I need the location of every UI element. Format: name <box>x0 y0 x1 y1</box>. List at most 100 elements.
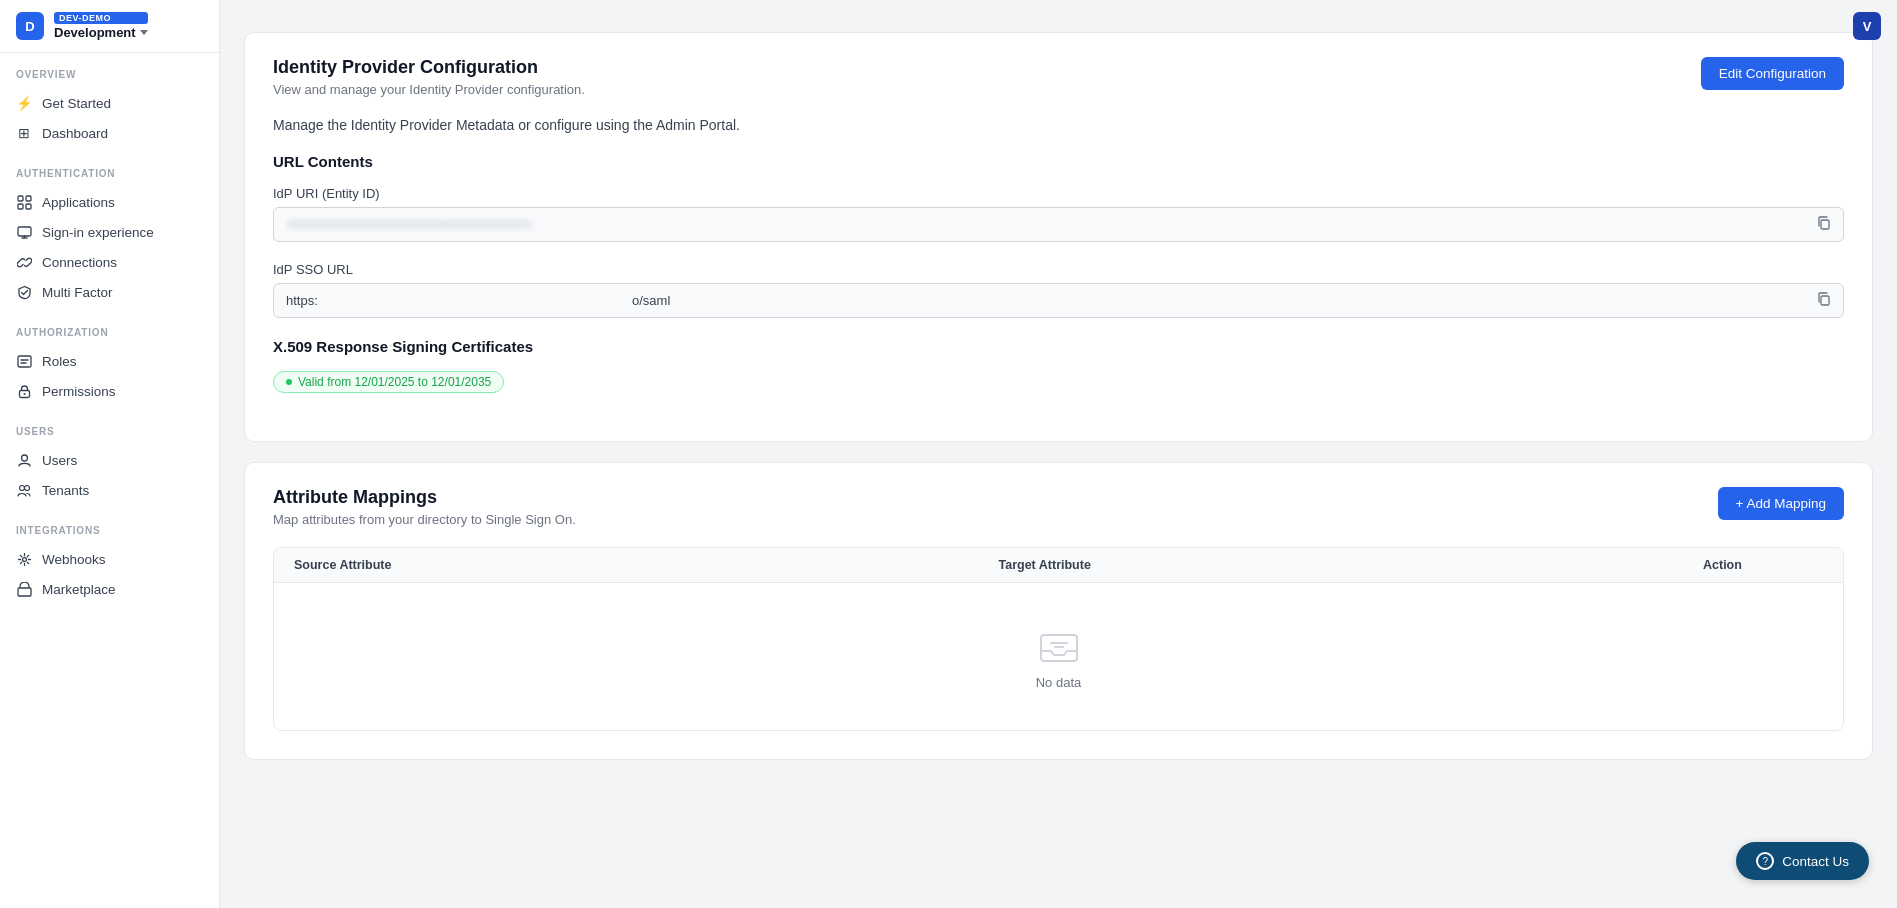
attr-mappings-card: Attribute Mappings Map attributes from y… <box>244 462 1873 760</box>
attr-table: Source Attribute Target Attribute Action… <box>273 547 1844 731</box>
sidebar-label-tenants: Tenants <box>42 483 89 498</box>
svg-rect-13 <box>1821 220 1829 229</box>
org-avatar: D <box>16 12 44 40</box>
sidebar-label-applications: Applications <box>42 195 115 210</box>
sidebar-label-users: Users <box>42 453 77 468</box>
webhook-icon <box>16 551 32 567</box>
idp-uri-copy-button[interactable] <box>1814 213 1834 236</box>
org-badge: DEV-DEMO <box>54 12 148 24</box>
idp-uri-input-wrap <box>273 207 1844 242</box>
svg-point-8 <box>21 455 27 461</box>
idp-uri-input <box>273 207 1844 242</box>
sidebar-label-sign-in-experience: Sign-in experience <box>42 225 154 240</box>
col-target-attribute: Target Attribute <box>999 558 1704 572</box>
sidebar-item-sign-in-experience[interactable]: Sign-in experience <box>0 217 219 247</box>
sidebar-label-roles: Roles <box>42 354 77 369</box>
attr-card-header: Attribute Mappings Map attributes from y… <box>245 463 1872 547</box>
attr-card-title-group: Attribute Mappings Map attributes from y… <box>273 487 576 527</box>
svg-rect-5 <box>18 356 31 367</box>
bolt-icon: ⚡ <box>16 95 32 111</box>
contact-us-button[interactable]: ? Contact Us <box>1736 842 1869 880</box>
sidebar-item-roles[interactable]: Roles <box>0 346 219 376</box>
sidebar-item-applications[interactable]: Applications <box>0 187 219 217</box>
sidebar-item-permissions[interactable]: Permissions <box>0 376 219 406</box>
lock-icon <box>16 383 32 399</box>
top-strip <box>244 24 1873 32</box>
attr-card-body: Source Attribute Target Attribute Action… <box>245 547 1872 759</box>
idp-card-title-group: Identity Provider Configuration View and… <box>273 57 585 97</box>
attr-card-title: Attribute Mappings <box>273 487 576 508</box>
idp-sso-input <box>273 283 1844 318</box>
sidebar-item-dashboard[interactable]: ⊞ Dashboard <box>0 118 219 148</box>
shield-icon <box>16 284 32 300</box>
idp-config-card: Identity Provider Configuration View and… <box>244 32 1873 442</box>
sidebar-nav: OVERVIEW ⚡ Get Started ⊞ Dashboard AUTHE… <box>0 53 219 608</box>
nav-section-integrations: INTEGRATIONS Webhooks Marketplace <box>0 509 219 608</box>
url-contents-title: URL Contents <box>273 153 1844 170</box>
idp-card-subtitle: View and manage your Identity Provider c… <box>273 82 585 97</box>
org-name[interactable]: Development <box>54 25 148 40</box>
svg-point-11 <box>22 557 26 561</box>
idp-sso-label: IdP SSO URL <box>273 262 1844 277</box>
section-label-integrations: INTEGRATIONS <box>0 525 219 544</box>
nav-section-authorization: AUTHORIZATION Roles Permissions <box>0 311 219 410</box>
sidebar-item-multi-factor[interactable]: Multi Factor <box>0 277 219 307</box>
idp-uri-field: IdP URI (Entity ID) <box>273 186 1844 242</box>
nav-section-overview: OVERVIEW ⚡ Get Started ⊞ Dashboard <box>0 53 219 152</box>
section-label-overview: OVERVIEW <box>0 69 219 88</box>
section-label-authentication: AUTHENTICATION <box>0 168 219 187</box>
sidebar-item-tenants[interactable]: Tenants <box>0 475 219 505</box>
link-icon <box>16 254 32 270</box>
svg-point-9 <box>19 485 24 490</box>
sidebar-label-marketplace: Marketplace <box>42 582 116 597</box>
sidebar-label-get-started: Get Started <box>42 96 111 111</box>
cert-validity-badge: Valid from 12/01/2025 to 12/01/2035 <box>273 371 504 393</box>
sidebar-item-get-started[interactable]: ⚡ Get Started <box>0 88 219 118</box>
svg-point-7 <box>23 393 25 395</box>
org-info: DEV-DEMO Development <box>54 12 148 40</box>
edit-configuration-button[interactable]: Edit Configuration <box>1701 57 1844 90</box>
cert-dot <box>286 379 292 385</box>
main-content: Identity Provider Configuration View and… <box>220 0 1897 908</box>
svg-rect-12 <box>18 588 31 596</box>
cert-section: X.509 Response Signing Certificates Vali… <box>273 338 1844 393</box>
col-source-attribute: Source Attribute <box>294 558 999 572</box>
no-data-label: No data <box>1036 675 1082 690</box>
idp-uri-label: IdP URI (Entity ID) <box>273 186 1844 201</box>
roles-icon <box>16 353 32 369</box>
marketplace-icon <box>16 581 32 597</box>
grid-icon: ⊞ <box>16 125 32 141</box>
sidebar-item-connections[interactable]: Connections <box>0 247 219 277</box>
user-avatar: V <box>1853 12 1881 40</box>
apps-icon <box>16 194 32 210</box>
idp-card-body: Manage the Identity Provider Metadata or… <box>245 117 1872 441</box>
idp-sso-copy-button[interactable] <box>1814 289 1834 312</box>
attr-card-subtitle: Map attributes from your directory to Si… <box>273 512 576 527</box>
sidebar-label-dashboard: Dashboard <box>42 126 108 141</box>
sidebar-label-connections: Connections <box>42 255 117 270</box>
idp-card-header: Identity Provider Configuration View and… <box>245 33 1872 117</box>
svg-rect-2 <box>18 204 23 209</box>
svg-rect-14 <box>1821 296 1829 305</box>
svg-rect-0 <box>18 196 23 201</box>
sidebar-item-marketplace[interactable]: Marketplace <box>0 574 219 604</box>
idp-sso-input-wrap <box>273 283 1844 318</box>
nav-section-users: USERS Users Tenants <box>0 410 219 509</box>
sidebar-label-permissions: Permissions <box>42 384 116 399</box>
table-empty-state: No data <box>274 583 1843 730</box>
sidebar-item-webhooks[interactable]: Webhooks <box>0 544 219 574</box>
sidebar-label-webhooks: Webhooks <box>42 552 106 567</box>
tenants-icon <box>16 482 32 498</box>
col-action: Action <box>1703 558 1823 572</box>
sidebar-item-users[interactable]: Users <box>0 445 219 475</box>
sidebar: D DEV-DEMO Development OVERVIEW ⚡ Get St… <box>0 0 220 908</box>
idp-info-text: Manage the Identity Provider Metadata or… <box>273 117 1844 133</box>
svg-rect-3 <box>26 204 31 209</box>
user-icon <box>16 452 32 468</box>
svg-point-10 <box>24 485 29 490</box>
contact-us-label: Contact Us <box>1782 854 1849 869</box>
add-mapping-button[interactable]: + Add Mapping <box>1718 487 1844 520</box>
section-label-authorization: AUTHORIZATION <box>0 327 219 346</box>
sidebar-header: D DEV-DEMO Development <box>0 0 219 53</box>
table-header-row: Source Attribute Target Attribute Action <box>274 548 1843 583</box>
